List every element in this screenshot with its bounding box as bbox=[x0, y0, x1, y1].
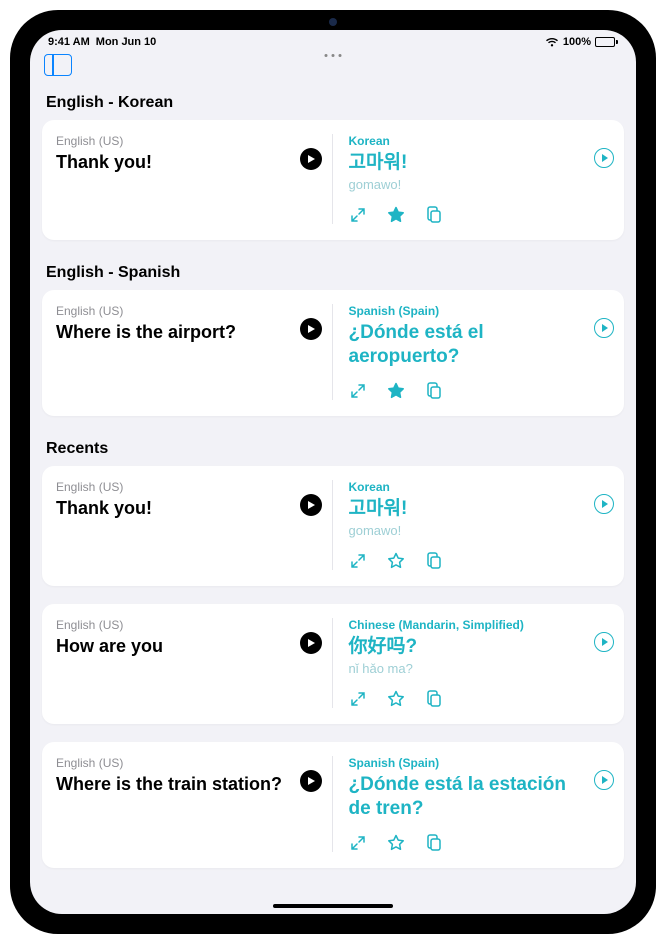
play-outline-icon bbox=[594, 494, 614, 514]
play-target-button[interactable] bbox=[594, 148, 614, 168]
play-filled-icon bbox=[300, 632, 322, 654]
target-pane: Spanish (Spain) ¿Dónde está la estación d… bbox=[333, 756, 611, 853]
translation-card[interactable]: English (US) How are you Chinese (Mandarin… bbox=[42, 604, 624, 724]
card-actions bbox=[349, 690, 581, 708]
target-text: ¿Dónde está el aeropuerto? bbox=[349, 321, 581, 369]
target-pane: Chinese (Mandarin, Simplified) 你好吗? nǐ hǎo… bbox=[333, 618, 611, 708]
target-lang-label: Chinese (Mandarin, Simplified) bbox=[349, 618, 581, 632]
target-pane: Korean 고마워! gomawo! bbox=[333, 134, 611, 224]
translation-card[interactable]: English (US) Thank you! Korean 고마워! gomawo! bbox=[42, 466, 624, 586]
target-pane: Korean 고마워! gomawo! bbox=[333, 480, 611, 570]
target-lang-label: Korean bbox=[349, 134, 581, 148]
play-source-button[interactable] bbox=[300, 318, 322, 340]
copy-icon[interactable] bbox=[425, 206, 443, 224]
play-target-button[interactable] bbox=[594, 770, 614, 790]
expand-icon[interactable] bbox=[349, 206, 367, 224]
source-text: Thank you! bbox=[56, 151, 288, 174]
play-source-button[interactable] bbox=[300, 770, 322, 792]
card-actions bbox=[349, 834, 581, 852]
play-filled-icon bbox=[300, 318, 322, 340]
ipad-device-frame: 9:41 AM Mon Jun 10 100% English - Korean… bbox=[10, 10, 656, 934]
section-header: English - Korean bbox=[42, 88, 624, 120]
favorite-icon[interactable] bbox=[387, 690, 405, 708]
translation-list: English - Korean English (US) Thank you! Ko… bbox=[30, 88, 636, 886]
favorite-icon[interactable] bbox=[387, 382, 405, 400]
card-actions bbox=[349, 382, 581, 400]
target-text: ¿Dónde está la estación de tren? bbox=[349, 773, 581, 821]
play-filled-icon bbox=[300, 770, 322, 792]
copy-icon[interactable] bbox=[425, 690, 443, 708]
copy-icon[interactable] bbox=[425, 834, 443, 852]
play-filled-icon bbox=[300, 494, 322, 516]
play-filled-icon bbox=[300, 148, 322, 170]
translation-card[interactable]: English (US) Where is the train station? S… bbox=[42, 742, 624, 869]
play-target-button[interactable] bbox=[594, 632, 614, 652]
target-lang-label: Korean bbox=[349, 480, 581, 494]
source-lang-label: English (US) bbox=[56, 756, 288, 770]
target-pane: Spanish (Spain) ¿Dónde está el aeropuerto… bbox=[333, 304, 611, 401]
card-actions bbox=[349, 206, 581, 224]
expand-icon[interactable] bbox=[349, 552, 367, 570]
target-text: 你好吗? bbox=[349, 635, 581, 659]
status-time: 9:41 AM bbox=[48, 36, 90, 48]
favorite-icon[interactable] bbox=[387, 206, 405, 224]
source-text: Where is the airport? bbox=[56, 321, 288, 344]
romanization: gomawo! bbox=[349, 177, 581, 192]
battery-icon bbox=[595, 37, 618, 47]
multitask-dots-icon[interactable] bbox=[325, 54, 342, 57]
source-pane: English (US) How are you bbox=[56, 618, 333, 708]
play-source-button[interactable] bbox=[300, 494, 322, 516]
favorite-icon[interactable] bbox=[387, 834, 405, 852]
source-text: Where is the train station? bbox=[56, 773, 288, 796]
section-header: English - Spanish bbox=[42, 258, 624, 290]
expand-icon[interactable] bbox=[349, 834, 367, 852]
translation-card[interactable]: English (US) Where is the airport? Spanish… bbox=[42, 290, 624, 417]
target-text: 고마워! bbox=[349, 151, 581, 175]
favorite-icon[interactable] bbox=[387, 552, 405, 570]
section-header: Recents bbox=[42, 434, 624, 466]
romanization: gomawo! bbox=[349, 523, 581, 538]
wifi-icon bbox=[545, 37, 559, 47]
source-lang-label: English (US) bbox=[56, 618, 288, 632]
front-camera bbox=[329, 18, 337, 26]
play-source-button[interactable] bbox=[300, 148, 322, 170]
target-lang-label: Spanish (Spain) bbox=[349, 756, 581, 770]
copy-icon[interactable] bbox=[425, 382, 443, 400]
play-outline-icon bbox=[594, 148, 614, 168]
copy-icon[interactable] bbox=[425, 552, 443, 570]
source-lang-label: English (US) bbox=[56, 480, 288, 494]
source-text: How are you bbox=[56, 635, 288, 658]
expand-icon[interactable] bbox=[349, 382, 367, 400]
sidebar-toggle-button[interactable] bbox=[44, 54, 72, 76]
source-pane: English (US) Where is the train station? bbox=[56, 756, 333, 853]
target-text: 고마워! bbox=[349, 497, 581, 521]
card-actions bbox=[349, 552, 581, 570]
expand-icon[interactable] bbox=[349, 690, 367, 708]
target-lang-label: Spanish (Spain) bbox=[349, 304, 581, 318]
play-target-button[interactable] bbox=[594, 494, 614, 514]
play-target-button[interactable] bbox=[594, 318, 614, 338]
source-lang-label: English (US) bbox=[56, 304, 288, 318]
source-pane: English (US) Thank you! bbox=[56, 134, 333, 224]
play-outline-icon bbox=[594, 770, 614, 790]
translation-card[interactable]: English (US) Thank you! Korean 고마워! gomawo! bbox=[42, 120, 624, 240]
romanization: nǐ hǎo ma? bbox=[349, 661, 581, 676]
play-outline-icon bbox=[594, 318, 614, 338]
source-pane: English (US) Thank you! bbox=[56, 480, 333, 570]
battery-percent: 100% bbox=[563, 36, 591, 48]
play-source-button[interactable] bbox=[300, 632, 322, 654]
source-text: Thank you! bbox=[56, 497, 288, 520]
source-lang-label: English (US) bbox=[56, 134, 288, 148]
play-outline-icon bbox=[594, 632, 614, 652]
source-pane: English (US) Where is the airport? bbox=[56, 304, 333, 401]
screen: 9:41 AM Mon Jun 10 100% English - Korean… bbox=[30, 30, 636, 914]
status-bar: 9:41 AM Mon Jun 10 100% bbox=[30, 30, 636, 50]
status-date: Mon Jun 10 bbox=[96, 36, 157, 48]
home-indicator[interactable] bbox=[273, 904, 393, 908]
